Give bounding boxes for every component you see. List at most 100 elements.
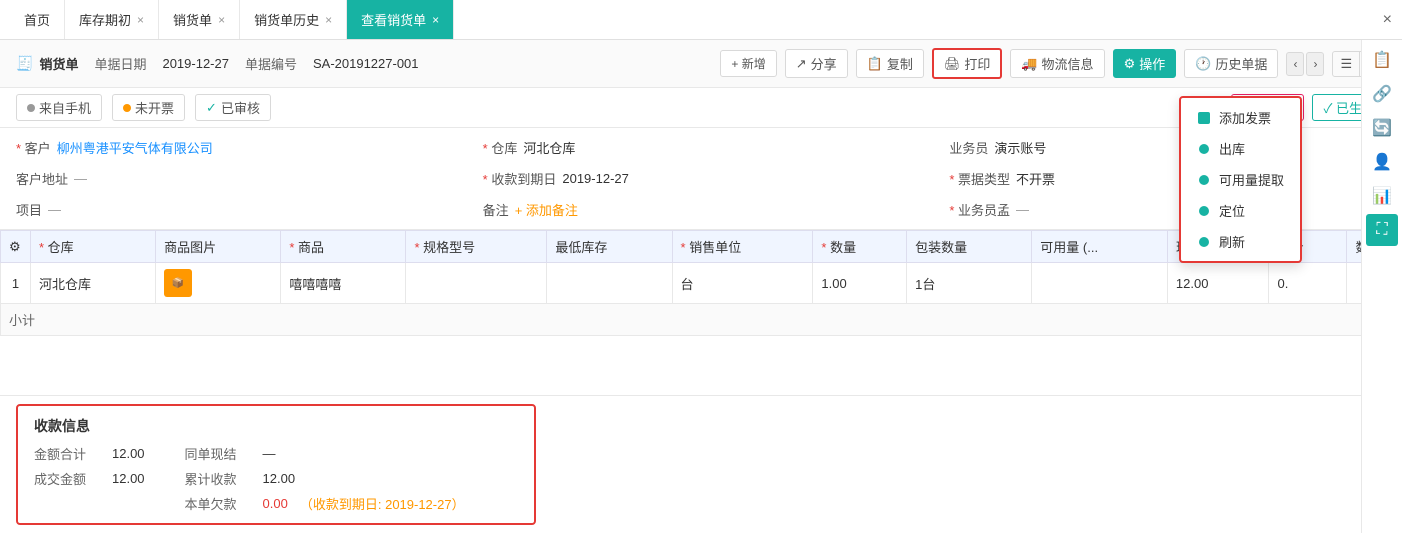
tab-sales-history[interactable]: 销货单历史 × (240, 0, 347, 39)
sidebar-icon-chart[interactable]: 📊 (1366, 180, 1398, 212)
tab-sales-order[interactable]: 销货单 × (159, 0, 240, 39)
print-button[interactable]: 🖨 打印 (932, 48, 1003, 79)
model-col: 规格型号 (406, 231, 547, 263)
row-warehouse: 河北仓库 (31, 263, 156, 304)
tab-check-sales[interactable]: 查看销货单 × (347, 0, 454, 39)
doc-icon: 🧾 (16, 55, 33, 72)
sidebar-icon-sync[interactable]: 🔄 (1366, 112, 1398, 144)
outbound-item[interactable]: 出库 (1181, 133, 1300, 164)
row-number: 1 (1, 263, 31, 304)
row-min-stock (547, 263, 672, 304)
sales-employee-label: 业务员孟 (949, 200, 1010, 219)
close-tab-check[interactable]: × (432, 13, 439, 27)
payment-info: 收款信息 金额合计 12.00 成交金额 12.00 (16, 404, 536, 525)
refresh-icon (1197, 235, 1211, 249)
new-button[interactable]: + 新增 (720, 50, 776, 77)
row-package-qty: 1台 (907, 263, 1032, 304)
payment-title: 收款信息 (34, 416, 518, 436)
payment-col-left: 金额合计 12.00 成交金额 12.00 (34, 444, 145, 513)
payment-date-field: 收款到期日 2019-12-27 (483, 169, 920, 188)
sidebar-icon-expand[interactable]: ⛶ (1366, 214, 1398, 246)
ticket-type-label: 票据类型 (949, 169, 1010, 188)
history-button[interactable]: 🕐 历史单据 (1184, 49, 1278, 78)
confirm-icon: ✓ (206, 100, 217, 116)
window-close-button[interactable]: × (1383, 11, 1392, 29)
project-label: 项目 (16, 200, 42, 219)
add-invoice-item[interactable]: 添加发票 (1181, 102, 1300, 133)
logistics-icon: 🚚 (1021, 56, 1037, 72)
total-received-value: 12.00 (263, 471, 296, 486)
row-image: 📦 (156, 263, 281, 304)
same-settle-row: 同单现结 — (185, 444, 465, 463)
employee-field: 业务员 演示账号 (949, 138, 1386, 157)
sidebar-icon-link[interactable]: 🔗 (1366, 78, 1398, 110)
project-field: 项目 — (16, 200, 453, 219)
row-price: 0. (1269, 263, 1347, 304)
operations-button[interactable]: ⚙ 操作 (1113, 49, 1177, 78)
date-value: 2019-12-27 (162, 56, 229, 71)
not-open-button[interactable]: 未开票 (112, 94, 185, 121)
share-button[interactable]: ↗ 分享 (785, 49, 848, 78)
operations-icon: ⚙ (1124, 56, 1136, 72)
history-icon: 🕐 (1195, 56, 1211, 72)
locate-item[interactable]: 定位 (1181, 195, 1300, 226)
sales-employee-field: 业务员孟 — (949, 200, 1386, 219)
tab-home[interactable]: 首页 (10, 0, 65, 39)
sidebar-icon-user[interactable]: 👤 (1366, 146, 1398, 178)
from-phone-button[interactable]: 来自手机 (16, 94, 102, 121)
close-tab-inventory[interactable]: × (137, 13, 144, 27)
logistics-button[interactable]: 🚚 物流信息 (1010, 49, 1104, 78)
employee-value: 演示账号 (994, 138, 1046, 157)
doc-meta: 单据日期 2019-12-27 单据编号 SA-20191227-001 (94, 54, 418, 73)
same-settle-value: — (263, 446, 276, 461)
customer-label: 客户 (16, 138, 51, 157)
total-received-row: 累计收款 12.00 (185, 469, 465, 488)
next-button[interactable]: › (1306, 52, 1324, 76)
owed-value: 0.00 (263, 496, 288, 511)
available-col: 可用量 (... (1032, 231, 1168, 263)
print-icon: 🖨 (944, 56, 961, 72)
document-title: 🧾 销货单 (16, 54, 78, 73)
doc-actions: + 新增 ↗ 分享 📋 复制 🖨 打印 🚚 物流信息 (720, 48, 1386, 79)
row-model (406, 263, 547, 304)
available-qty-icon (1197, 173, 1211, 187)
customer-value[interactable]: 柳州粤港平安气体有限公司 (57, 138, 213, 157)
warehouse-col: 仓库 (31, 231, 156, 263)
note-field: 备注 + 添加备注 (483, 200, 920, 219)
address-field: 客户地址 — (16, 169, 453, 188)
package-qty-col: 包装数量 (907, 231, 1032, 263)
bottom-section: 收款信息 金额合计 12.00 成交金额 12.00 (0, 395, 1402, 533)
warehouse-label: 仓库 (483, 138, 518, 157)
min-stock-col: 最低库存 (547, 231, 672, 263)
employee-label: 业务员 (949, 138, 988, 157)
sidebar-icon-doc[interactable]: 📋 (1366, 44, 1398, 76)
prev-button[interactable]: ‹ (1286, 52, 1304, 76)
add-invoice-icon (1197, 111, 1211, 125)
copy-button[interactable]: 📋 复制 (856, 49, 924, 78)
available-qty-item[interactable]: 可用量提取 (1181, 164, 1300, 195)
document-header: 🧾 销货单 单据日期 2019-12-27 单据编号 SA-20191227-0… (0, 40, 1402, 88)
list-view-icon[interactable]: ☰ (1333, 52, 1360, 76)
row-stock: 12.00 (1167, 263, 1269, 304)
confirm-button[interactable]: ✓ 已审核 (195, 94, 271, 121)
locate-icon (1197, 204, 1211, 218)
close-tab-sales[interactable]: × (218, 13, 225, 27)
phone-dot (27, 104, 35, 112)
add-note-button[interactable]: + 添加备注 (515, 200, 578, 219)
table-row: 1 河北仓库 📦 嘻嘻嘻嘻 台 1.00 1台 12.00 0. (1, 263, 1402, 304)
product-thumbnail: 📦 (164, 269, 192, 297)
share-icon: ↗ (796, 56, 807, 72)
row-available (1032, 263, 1168, 304)
total-amount-label: 金额合计 (34, 444, 104, 463)
close-tab-history[interactable]: × (325, 13, 332, 27)
open-dot (123, 104, 131, 112)
operations-dropdown: 添加发票 出库 可用量提取 定位 刷新 (1179, 96, 1302, 263)
date-label: 单据日期 (94, 54, 146, 73)
number-label: 单据编号 (245, 54, 297, 73)
project-value: — (48, 202, 61, 217)
nav-arrows: ‹ › (1286, 52, 1324, 76)
refresh-item[interactable]: 刷新 (1181, 226, 1300, 257)
sales-employee-value: — (1016, 202, 1029, 217)
tab-inventory-init[interactable]: 库存期初 × (65, 0, 159, 39)
address-value: — (74, 171, 87, 186)
